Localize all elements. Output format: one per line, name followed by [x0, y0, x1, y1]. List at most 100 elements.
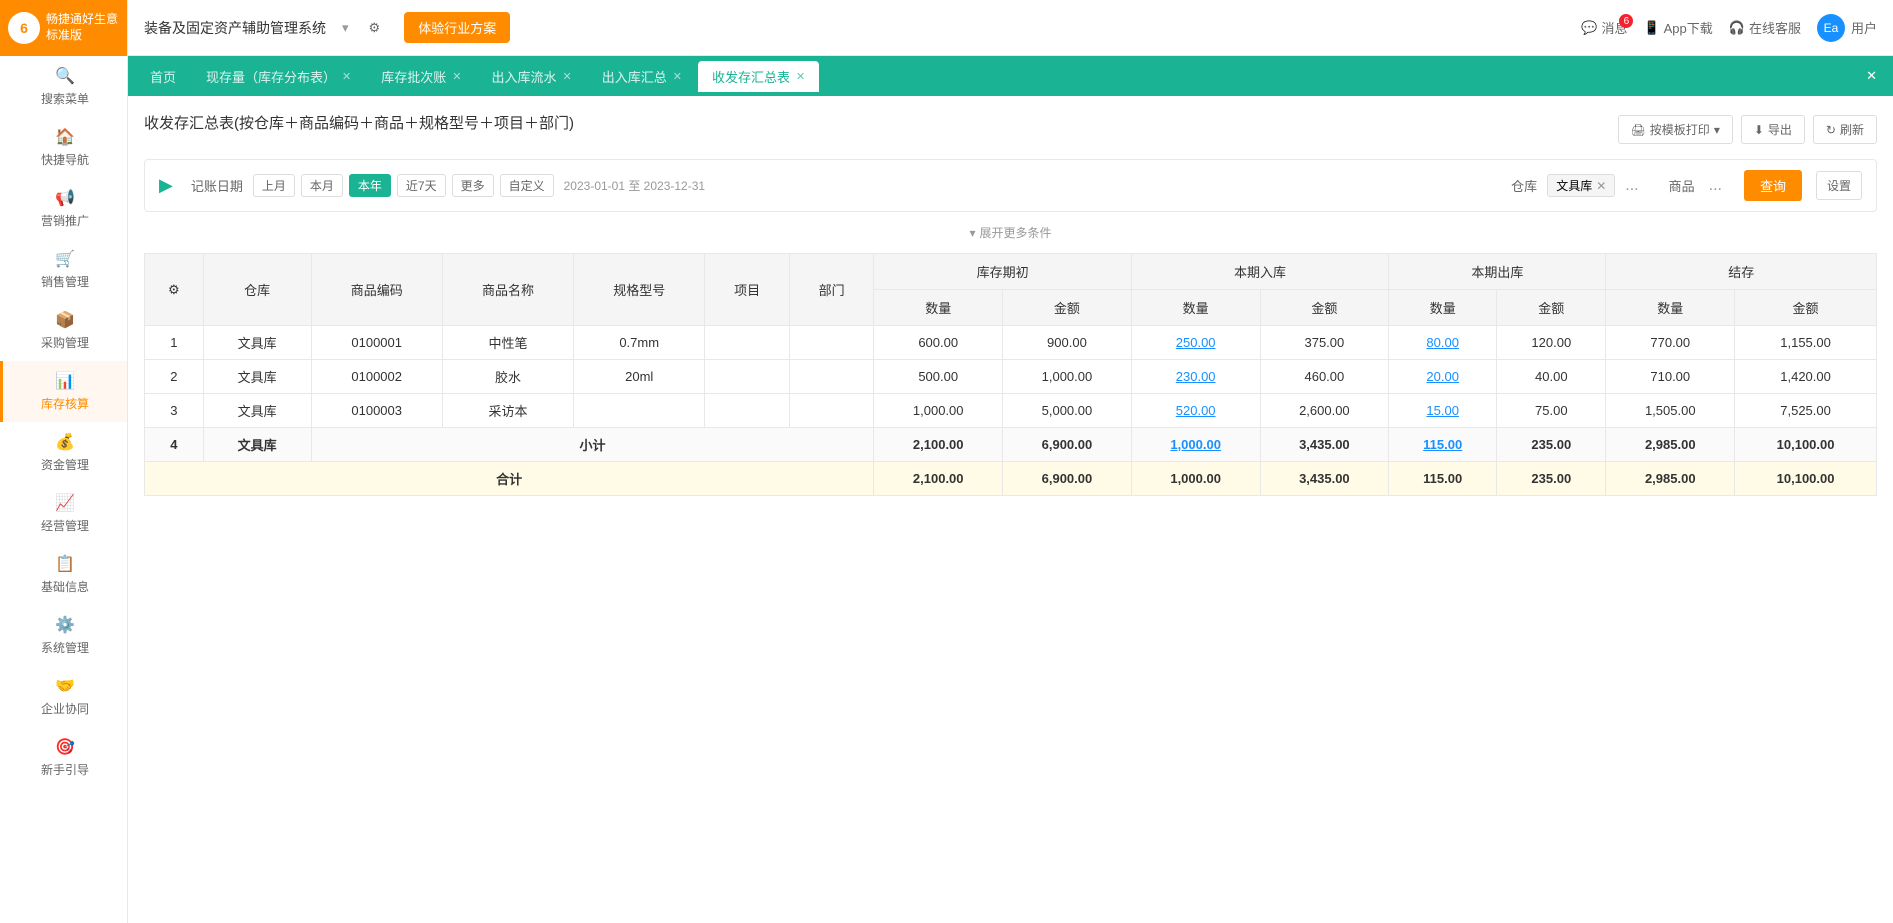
inventory-icon: 📊 — [55, 371, 75, 391]
cell-name: 采访本 — [442, 394, 573, 428]
sidebar-item-quick-nav[interactable]: 🏠 快捷导航 — [0, 117, 127, 178]
operations-icon: 📈 — [55, 493, 75, 513]
trial-button[interactable]: 体验行业方案 — [404, 12, 510, 43]
sidebar-item-inventory[interactable]: 📊 库存核算 — [0, 361, 127, 422]
chevron-down-icon: ▾ — [969, 226, 975, 240]
headset-icon: 🎧 — [1729, 20, 1745, 36]
marketing-icon: 📢 — [55, 188, 75, 208]
date-btn-this-month[interactable]: 本月 — [301, 174, 343, 197]
total-balance-amt: 10,100.00 — [1735, 462, 1877, 496]
sidebar-nav: 🔍 搜索菜单 🏠 快捷导航 📢 营销推广 🛒 销售管理 📦 采购管理 📊 库存核… — [0, 56, 127, 923]
filter-bar: ▶ 记账日期 上月 本月 本年 近7天 更多 自定义 2023-01-01 至 … — [144, 159, 1877, 212]
sidebar-item-label: 基础信息 — [41, 578, 89, 595]
settings-button[interactable]: 设置 — [1816, 171, 1862, 200]
sidebar-item-sales[interactable]: 🛒 销售管理 — [0, 239, 127, 300]
export-button[interactable]: ⬇ 导出 — [1741, 115, 1805, 144]
warehouse-tag-close[interactable]: ✕ — [1596, 179, 1606, 193]
export-icon: ⬇ — [1754, 123, 1764, 137]
tab-bar-close-btn[interactable]: ✕ — [1858, 64, 1885, 88]
tab-close-inout-summary[interactable]: ✕ — [673, 70, 682, 83]
sidebar-item-marketing[interactable]: 📢 营销推广 — [0, 178, 127, 239]
sidebar-item-finance[interactable]: 💰 资金管理 — [0, 422, 127, 483]
purchase-icon: 📦 — [55, 310, 75, 330]
avatar: Ea — [1817, 14, 1845, 42]
th-opening-qty: 数量 — [874, 290, 1003, 326]
subtotal-balance-amt: 10,100.00 — [1735, 428, 1877, 462]
message-btn[interactable]: 💬 消息 6 — [1581, 18, 1627, 37]
cell-opening-qty: 1,000.00 — [874, 394, 1003, 428]
cell-out-amt: 120.00 — [1497, 326, 1606, 360]
date-btn-custom[interactable]: 自定义 — [500, 174, 554, 197]
sidebar-item-guide[interactable]: 🎯 新手引导 — [0, 727, 127, 788]
cell-code: 0100003 — [311, 394, 442, 428]
cell-name: 胶水 — [442, 360, 573, 394]
page-content: 收发存汇总表(按仓库＋商品编码＋商品＋规格型号＋项目＋部门) 🖨 按模板打印 ▾… — [128, 96, 1893, 923]
cell-project — [705, 326, 790, 360]
sidebar-item-label: 快捷导航 — [41, 151, 89, 168]
top-header: 装备及固定资产辅助管理系统 ▾ ⚙ 体验行业方案 💬 消息 6 📱 App下载 … — [128, 0, 1893, 56]
sidebar-item-collab[interactable]: 🤝 企业协同 — [0, 666, 127, 727]
cell-opening-qty: 500.00 — [874, 360, 1003, 394]
tab-recv-send-summary[interactable]: 收发存汇总表 ✕ — [698, 61, 819, 92]
subtotal-out-qty[interactable]: 115.00 — [1389, 428, 1497, 462]
cell-balance-amt: 7,525.00 — [1735, 394, 1877, 428]
th-in-group: 本期入库 — [1131, 254, 1388, 290]
tab-home[interactable]: 首页 — [136, 61, 190, 92]
table-row: 3 文具库 0100003 采访本 1,000.00 5,000.00 520.… — [145, 394, 1877, 428]
date-btn-more[interactable]: 更多 — [452, 174, 494, 197]
tab-close-stock-dist[interactable]: ✕ — [342, 70, 351, 83]
tab-batch[interactable]: 库存批次账 ✕ — [367, 61, 475, 92]
finance-icon: 💰 — [55, 432, 75, 452]
online-service-btn[interactable]: 🎧 在线客服 — [1729, 18, 1801, 37]
expand-more-btn[interactable]: ▾ 展开更多条件 — [969, 224, 1051, 241]
sidebar-item-operations[interactable]: 📈 经营管理 — [0, 483, 127, 544]
cell-in-qty[interactable]: 230.00 — [1131, 360, 1260, 394]
date-btn-last-month[interactable]: 上月 — [253, 174, 295, 197]
tab-close-recv-send-summary[interactable]: ✕ — [796, 70, 805, 83]
cell-name: 中性笔 — [442, 326, 573, 360]
th-balance-qty: 数量 — [1606, 290, 1735, 326]
total-balance-qty: 2,985.00 — [1606, 462, 1735, 496]
system-dropdown-icon[interactable]: ▾ — [342, 20, 349, 36]
brand-text: 畅捷通好生意 标准版 — [46, 12, 118, 43]
settings-icon[interactable]: ⚙ — [369, 20, 381, 36]
cell-code: 0100002 — [311, 360, 442, 394]
sidebar-item-purchase[interactable]: 📦 采购管理 — [0, 300, 127, 361]
subtotal-in-qty[interactable]: 1,000.00 — [1131, 428, 1260, 462]
cell-dept — [789, 326, 874, 360]
th-settings[interactable]: ⚙ — [145, 254, 204, 326]
th-out-qty: 数量 — [1389, 290, 1497, 326]
message-badge: 6 — [1619, 14, 1633, 28]
user-menu[interactable]: Ea 用户 — [1817, 14, 1877, 42]
subtotal-balance-qty: 2,985.00 — [1606, 428, 1735, 462]
sidebar-item-basic[interactable]: 📋 基础信息 — [0, 544, 127, 605]
tab-inout-summary[interactable]: 出入库汇总 ✕ — [588, 61, 696, 92]
cell-in-qty[interactable]: 520.00 — [1131, 394, 1260, 428]
date-btn-7days[interactable]: 近7天 — [397, 174, 446, 197]
goods-more-btn[interactable]: ... — [1709, 177, 1722, 195]
print-dropdown-icon: ▾ — [1714, 123, 1720, 137]
cell-out-qty[interactable]: 20.00 — [1389, 360, 1497, 394]
query-button[interactable]: 查询 — [1744, 170, 1802, 201]
cell-out-qty[interactable]: 15.00 — [1389, 394, 1497, 428]
sidebar-item-system[interactable]: ⚙️ 系统管理 — [0, 605, 127, 666]
sidebar-item-search[interactable]: 🔍 搜索菜单 — [0, 56, 127, 117]
tab-inout-flow[interactable]: 出入库流水 ✕ — [477, 61, 585, 92]
app-download-btn[interactable]: 📱 App下载 — [1643, 18, 1712, 37]
sidebar-item-label: 库存核算 — [41, 395, 89, 412]
date-btn-this-year[interactable]: 本年 — [349, 174, 391, 197]
warehouse-more-btn[interactable]: ... — [1625, 177, 1638, 195]
print-button[interactable]: 🖨 按模板打印 ▾ — [1618, 115, 1733, 144]
cell-out-qty[interactable]: 80.00 — [1389, 326, 1497, 360]
cell-in-amt: 2,600.00 — [1260, 394, 1389, 428]
warehouse-tag: 文具库 ✕ — [1547, 174, 1615, 197]
refresh-button[interactable]: ↻ 刷新 — [1813, 115, 1877, 144]
tab-stock-dist[interactable]: 现存量（库存分布表） ✕ — [192, 61, 365, 92]
cell-spec: 0.7mm — [574, 326, 705, 360]
cell-in-qty[interactable]: 250.00 — [1131, 326, 1260, 360]
filter-toggle-btn[interactable]: ▶ — [159, 175, 173, 196]
tab-close-batch[interactable]: ✕ — [452, 70, 461, 83]
cell-balance-qty: 770.00 — [1606, 326, 1735, 360]
tab-close-inout-flow[interactable]: ✕ — [563, 70, 572, 83]
cell-warehouse: 文具库 — [203, 360, 311, 394]
